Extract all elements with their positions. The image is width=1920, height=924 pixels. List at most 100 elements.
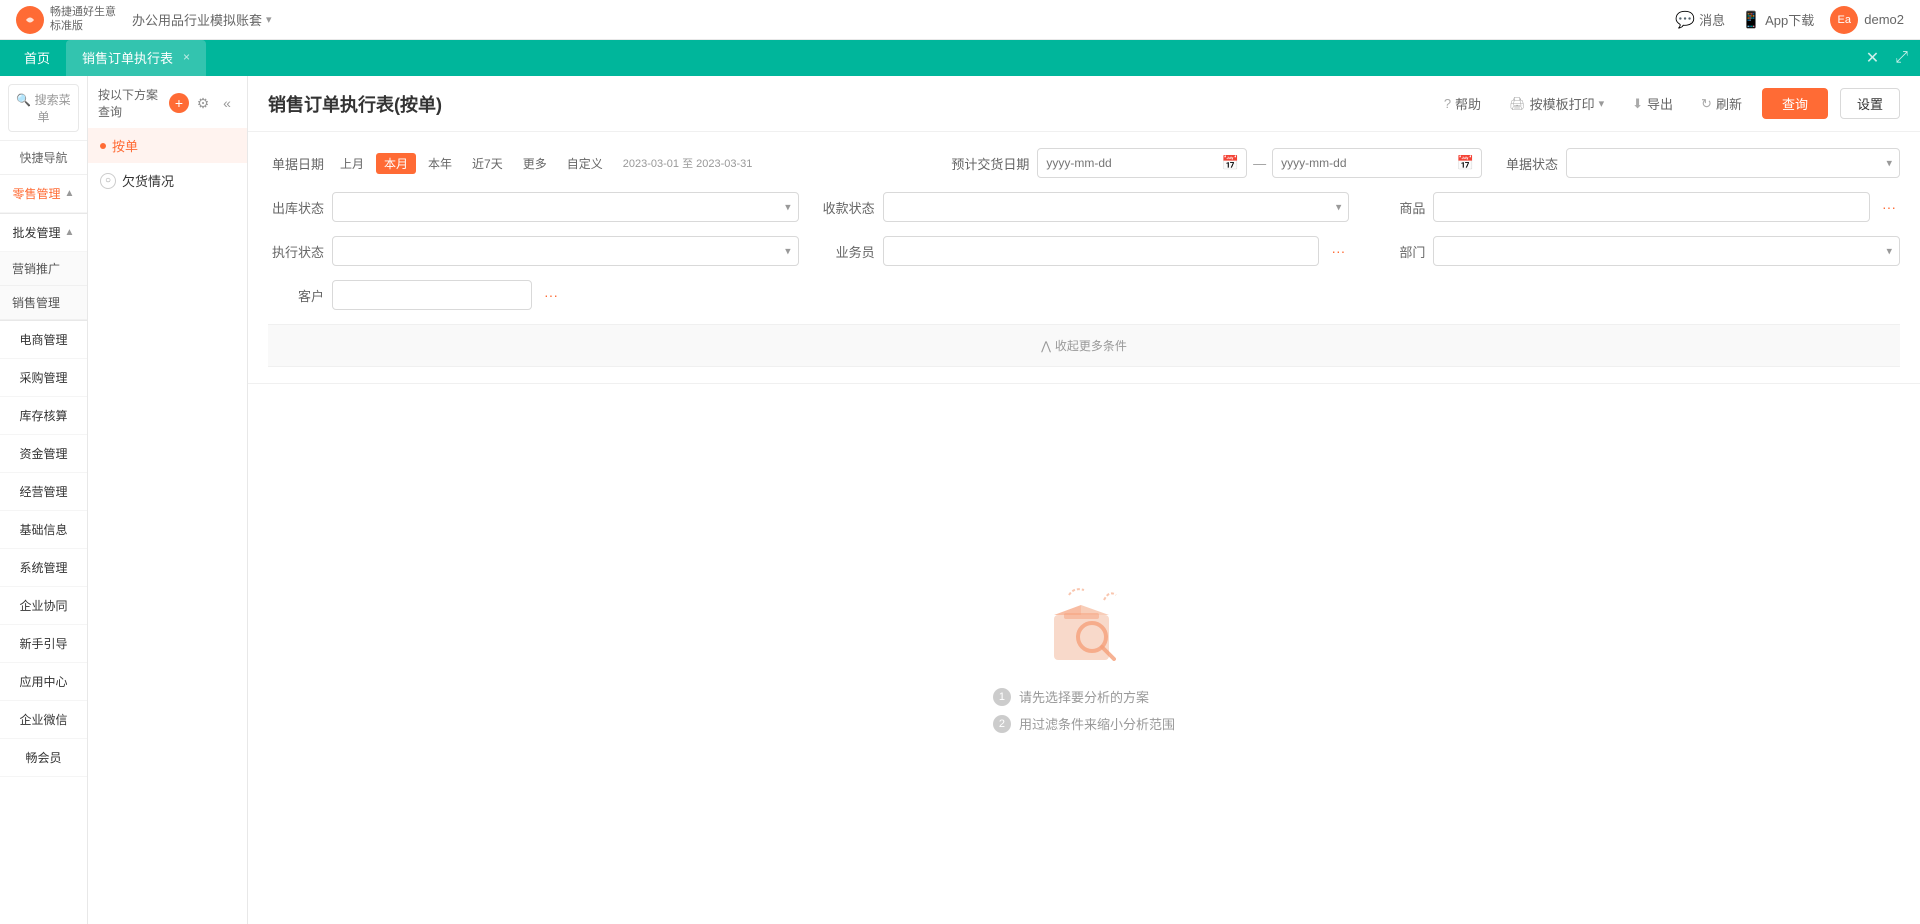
sidebar-item-basic[interactable]: 基础信息 (0, 511, 87, 549)
top-header: 畅捷通好生意 标准版 办公用品行业模拟账套 ▾ 💬 消息 📱 App下载 Ea … (0, 0, 1920, 40)
doc-status-select-wrap: ▾ (1566, 148, 1900, 178)
customer-dots-btn[interactable]: ··· (540, 287, 562, 303)
sidebar-search-area: 🔍 搜索菜单 (0, 76, 87, 141)
filter-row-4: 客户 ··· (268, 280, 1900, 310)
refresh-btn[interactable]: ↻ 刷新 (1693, 90, 1750, 117)
left-panel-actions: + ⚙ « (169, 93, 237, 113)
period-tab-7days[interactable]: 近7天 (464, 153, 511, 174)
date-from-input[interactable] (1037, 148, 1247, 178)
sidebar-item-system[interactable]: 系统管理 (0, 549, 87, 587)
left-panel-item-arrears[interactable]: ○ 欠货情况 (88, 163, 247, 198)
export-btn[interactable]: ⬇ 导出 (1624, 90, 1681, 117)
tab-close-icon[interactable]: × (183, 50, 190, 64)
app-download-btn[interactable]: 📱 App下载 (1741, 10, 1814, 30)
filter-customer-label: 客户 (268, 286, 324, 305)
customer-input[interactable] (332, 280, 532, 310)
sidebar-item-inventory[interactable]: 库存核算 (0, 397, 87, 435)
exec-status-select-wrap: ▾ (332, 236, 799, 266)
sidebar-item-newbie[interactable]: 新手引导 (0, 625, 87, 663)
avatar: Ea (1830, 6, 1858, 34)
main-layout: 🔍 搜索菜单 快捷导航 零售管理 ▲ 批发管理 ▲ 营销推广 (0, 76, 1920, 924)
sidebar-item-appcenter[interactable]: 应用中心 (0, 663, 87, 701)
circle-icon: ○ (100, 173, 116, 189)
doc-status-select[interactable] (1566, 148, 1900, 178)
window-maximize-btn[interactable]: ⤢ (1891, 45, 1912, 71)
app-download-label: App下载 (1765, 10, 1814, 29)
sidebar-item-basic-label: 基础信息 (19, 521, 67, 538)
filter-stock-status-label: 出库状态 (268, 198, 324, 217)
dept-select-wrap: ▾ (1433, 236, 1900, 266)
sidebar-item-operations[interactable]: 经营管理 (0, 473, 87, 511)
left-panel-add-btn[interactable]: + (169, 93, 189, 113)
left-panel-item-press[interactable]: 按单 (88, 128, 247, 163)
page-actions: ? 帮助 🖨 按模板打印 ▾ ⬇ 导出 (1436, 88, 1900, 119)
print-btn-area: 🖨 按模板打印 ▾ (1501, 90, 1612, 117)
period-tab-this-year[interactable]: 本年 (420, 153, 460, 174)
sidebar-item-system-label: 系统管理 (19, 559, 67, 576)
period-tab-this-month[interactable]: 本月 (376, 153, 416, 174)
salesperson-dots-btn[interactable]: ··· (1327, 243, 1349, 259)
step-1-num: 1 (993, 688, 1011, 706)
message-icon: 💬 (1675, 10, 1695, 30)
quick-nav-area: 快捷导航 (0, 141, 87, 175)
stock-status-select[interactable] (332, 192, 799, 222)
sidebar-wholesale-section: 批发管理 ▲ 营销推广 销售管理 (0, 214, 87, 321)
exec-status-select[interactable] (332, 236, 799, 266)
filter-dept-item: 部门 ▾ (1369, 236, 1900, 266)
settings-btn[interactable]: 设置 (1840, 88, 1900, 119)
filter-date-item: 单据日期 上月 本月 本年 近7天 更多 自定义 2023-03-01 至 20… (268, 153, 931, 174)
sidebar-item-wholesale[interactable]: 批发管理 ▲ (0, 214, 87, 252)
sidebar-item-finance-label: 资金管理 (19, 445, 67, 462)
sidebar-item-wechat[interactable]: 企业微信 (0, 701, 87, 739)
left-panel-header: 按以下方案查询 + ⚙ « (88, 86, 247, 128)
sidebar-item-finance[interactable]: 资金管理 (0, 435, 87, 473)
sidebar-wholesale-expand: 营销推广 销售管理 (0, 252, 87, 320)
message-label: 消息 (1699, 10, 1725, 29)
left-panel-collapse-btn[interactable]: « (217, 93, 237, 113)
left-panel-settings-btn[interactable]: ⚙ (193, 93, 213, 113)
date-period-tabs: 上月 本月 本年 近7天 更多 自定义 (332, 153, 611, 174)
company-selector[interactable]: 办公用品行业模拟账套 ▾ (124, 6, 280, 33)
query-btn[interactable]: 查询 (1762, 88, 1828, 119)
app-icon: 📱 (1741, 10, 1761, 30)
empty-text: 1 请先选择要分析的方案 2 用过滤条件来缩小分析范围 (993, 687, 1175, 733)
filter-row-1: 单据日期 上月 本月 本年 近7天 更多 自定义 2023-03-01 至 20… (268, 148, 1900, 178)
page-title: 销售订单执行表(按单) (268, 91, 442, 117)
sidebar-sub-marketing[interactable]: 营销推广 (0, 252, 87, 286)
collapse-btn[interactable]: ⋀ 收起更多条件 (1029, 333, 1139, 358)
period-tab-last-month[interactable]: 上月 (332, 153, 372, 174)
help-btn[interactable]: ? 帮助 (1436, 90, 1489, 117)
window-close-btn[interactable]: ✕ (1862, 44, 1883, 72)
print-btn[interactable]: 🖨 按模板打印 ▾ (1501, 90, 1612, 117)
sidebar-item-ecommerce[interactable]: 电商管理 (0, 321, 87, 359)
quick-nav-btn[interactable]: 快捷导航 (19, 149, 67, 166)
date-from-wrap: 📅 (1037, 148, 1247, 178)
tab-home[interactable]: 首页 (8, 40, 66, 76)
filter-exec-status-label: 执行状态 (268, 242, 324, 261)
sidebar-item-member[interactable]: 畅会员 (0, 739, 87, 777)
step-2-num: 2 (993, 715, 1011, 733)
sidebar-item-retail[interactable]: 零售管理 ▲ (0, 175, 87, 213)
dept-select[interactable] (1433, 236, 1900, 266)
payment-status-select[interactable] (883, 192, 1350, 222)
date-to-wrap: 📅 (1272, 148, 1482, 178)
goods-input[interactable] (1433, 192, 1870, 222)
message-btn[interactable]: 💬 消息 (1675, 10, 1725, 30)
goods-dots-btn[interactable]: ··· (1878, 199, 1900, 215)
sidebar-search-btn[interactable]: 🔍 搜索菜单 (8, 84, 79, 132)
sidebar-item-purchase[interactable]: 采购管理 (0, 359, 87, 397)
filter-exec-status-item: 执行状态 ▾ (268, 236, 799, 266)
collapse-bar: ⋀ 收起更多条件 (268, 324, 1900, 367)
salesperson-input[interactable] (883, 236, 1320, 266)
tab-active[interactable]: 销售订单执行表 × (66, 40, 206, 76)
filter-row-3: 执行状态 ▾ 业务员 ··· (268, 236, 1900, 266)
user-area[interactable]: Ea demo2 (1830, 6, 1904, 34)
period-tab-more[interactable]: 更多 (515, 153, 555, 174)
left-panel: 按以下方案查询 + ⚙ « 按单 ○ 欠货情况 (88, 76, 248, 924)
sidebar-item-enterprise[interactable]: 企业协同 (0, 587, 87, 625)
period-tab-custom[interactable]: 自定义 (559, 153, 611, 174)
date-to-input[interactable] (1272, 148, 1482, 178)
sidebar-sub-sales[interactable]: 销售管理 (0, 286, 87, 320)
filter-goods-item: 商品 ··· (1369, 192, 1900, 222)
company-dropdown-icon: ▾ (266, 13, 272, 26)
